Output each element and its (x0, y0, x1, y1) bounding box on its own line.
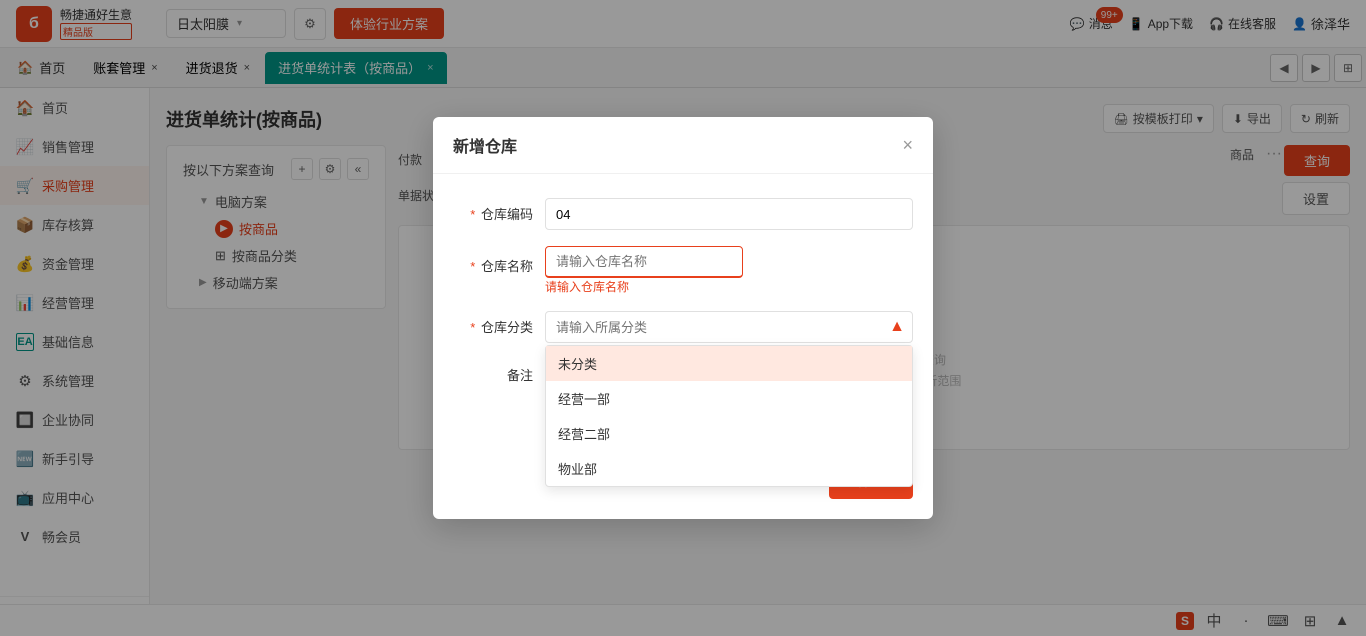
form-row-code: * 仓库编码 (453, 198, 913, 230)
dropdown-option-0[interactable]: 未分类 (546, 346, 912, 381)
name-error-message: 请输入仓库名称 (545, 280, 629, 294)
dialog-close-button[interactable]: × (902, 135, 913, 156)
name-error-area: 请输入仓库名称 (545, 278, 629, 295)
form-row-name: * 仓库名称 请输入仓库名称 (453, 246, 913, 295)
code-input[interactable] (545, 198, 913, 230)
new-warehouse-dialog: 新增仓库 × * 仓库编码 * 仓库名称 (433, 117, 933, 519)
dropdown-option-3[interactable]: 物业部 (546, 451, 912, 486)
category-input-wrapper: ▲ 未分类 经营一部 经营二部 物业部 (545, 311, 913, 343)
category-label: * 仓库分类 (453, 311, 533, 336)
category-input[interactable] (545, 311, 913, 343)
name-label: * 仓库名称 (453, 250, 533, 275)
dialog-title: 新增仓库 (453, 133, 517, 157)
name-input[interactable] (545, 246, 743, 278)
dialog-header: 新增仓库 × (433, 117, 933, 174)
dialog-body: * 仓库编码 * 仓库名称 请输入仓库名称 (433, 174, 933, 451)
category-arrow-icon[interactable]: ▲ (889, 318, 905, 336)
category-dropdown: 未分类 经营一部 经营二部 物业部 (545, 345, 913, 487)
form-row-category: * 仓库分类 ▲ 未分类 经营一部 经营二部 物业部 (453, 311, 913, 343)
remark-label: 备注 (453, 359, 533, 384)
code-label: * 仓库编码 (453, 198, 533, 223)
dropdown-option-1[interactable]: 经营一部 (546, 381, 912, 416)
overlay: 新增仓库 × * 仓库编码 * 仓库名称 (0, 0, 1366, 636)
dropdown-option-2[interactable]: 经营二部 (546, 416, 912, 451)
name-input-row: * 仓库名称 (453, 246, 743, 278)
